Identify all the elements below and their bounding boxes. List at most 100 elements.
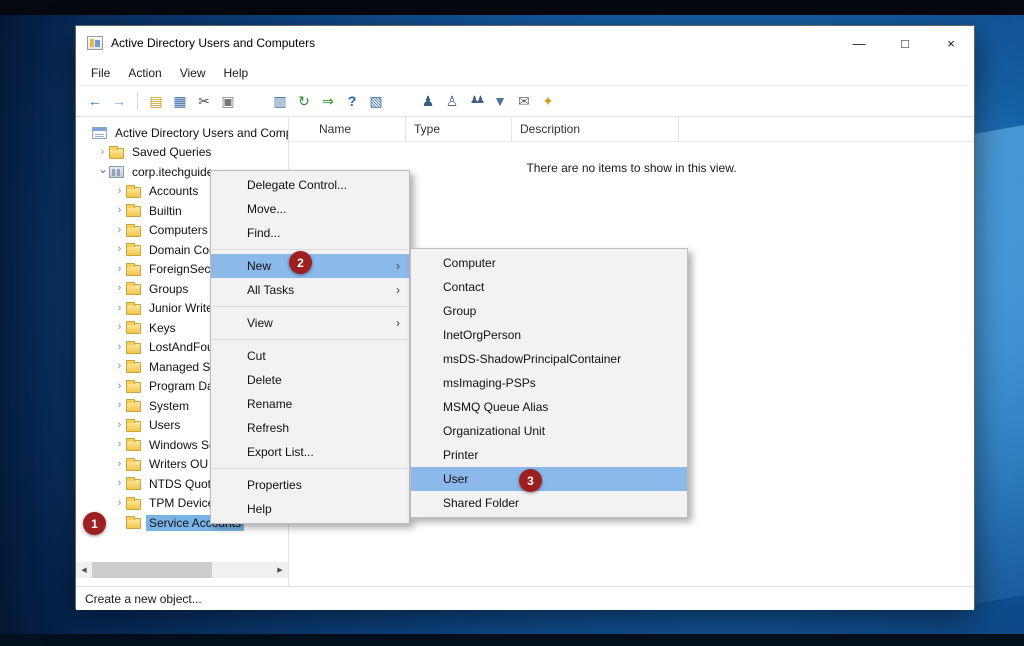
tree-item-saved-queries[interactable]: ›Saved Queries [76,143,288,163]
new-contact-icon[interactable]: ♙ [441,90,463,112]
menu-item-msds-shadowprincipalcontainer[interactable]: msDS-ShadowPrincipalContainer [411,347,687,371]
scroll-right-button[interactable]: ▶ [272,562,288,578]
menu-item-label: Delete [247,373,282,387]
title-bar[interactable]: Active Directory Users and Computers — □… [76,26,974,60]
folder-icon [126,382,141,393]
cut-icon[interactable]: ✂ [193,90,215,112]
menu-item-cut[interactable]: Cut [211,344,409,368]
folder-icon [126,421,141,432]
annotation-step-1: 1 [83,512,106,535]
menu-item-properties[interactable]: Properties [211,473,409,497]
help-icon[interactable]: ? [341,90,363,112]
folder-icon [126,499,141,510]
display-options-icon[interactable]: ✉ [513,90,535,112]
expand-arrow-icon[interactable]: › [114,322,125,333]
expand-arrow-icon[interactable]: › [114,459,125,470]
paste-icon[interactable]: ▣ [217,90,239,112]
expand-arrow-icon[interactable]: › [114,205,125,216]
show-console-tree-icon[interactable]: ▦ [169,90,191,112]
properties-icon[interactable]: ▥ [269,90,291,112]
expand-arrow-icon[interactable]: › [114,264,125,275]
view-menu-icon[interactable]: ▧ [365,90,387,112]
tree-item-label: Domain Con [146,242,219,258]
expand-arrow-icon[interactable]: › [114,244,125,255]
new-user-icon[interactable]: ♟ [417,90,439,112]
menu-item-organizational-unit[interactable]: Organizational Unit [411,419,687,443]
close-button[interactable]: × [928,26,974,60]
menu-item-export-list[interactable]: Export List... [211,440,409,464]
expand-arrow-icon[interactable]: › [114,498,125,509]
menu-item-refresh[interactable]: Refresh [211,416,409,440]
menu-item-contact[interactable]: Contact [411,275,687,299]
expand-arrow-icon[interactable]: › [114,283,125,294]
folder-icon [126,343,141,354]
tree-item-label: System [146,398,192,414]
column-headers: NameTypeDescription [289,117,974,142]
menu-item-computer[interactable]: Computer [411,251,687,275]
column-header-description[interactable]: Description [512,117,679,141]
scroll-thumb[interactable] [92,562,212,578]
expand-arrow-icon[interactable]: › [114,439,125,450]
menu-file[interactable]: File [82,62,119,84]
submenu-arrow-icon: › [396,259,400,273]
menu-item-view[interactable]: View› [211,311,409,335]
menu-item-help[interactable]: Help [211,497,409,521]
menu-view[interactable]: View [171,62,215,84]
menu-item-label: Help [247,502,272,516]
status-text: Create a new object... [85,592,202,606]
up-one-level-icon[interactable]: ▤ [145,90,167,112]
menu-item-move[interactable]: Move... [211,197,409,221]
menu-item-delegate-control[interactable]: Delegate Control... [211,173,409,197]
expand-arrow-icon[interactable]: › [114,420,125,431]
folder-icon [126,265,141,276]
new-submenu: ComputerContactGroupInetOrgPersonmsDS-Sh… [410,248,688,518]
expand-arrow-icon[interactable]: › [114,361,125,372]
maximize-button[interactable]: □ [882,26,928,60]
tree-horizontal-scrollbar[interactable]: ◀ ▶ [76,562,288,578]
folder-icon [126,226,141,237]
menu-item-all-tasks[interactable]: All Tasks› [211,278,409,302]
expand-arrow-icon[interactable]: › [114,400,125,411]
column-header-type[interactable]: Type [406,117,512,141]
folder-icon [126,323,141,334]
menu-item-delete[interactable]: Delete [211,368,409,392]
expand-arrow-icon[interactable]: › [114,342,125,353]
menu-item-printer[interactable]: Printer [411,443,687,467]
collapse-arrow-icon[interactable]: › [97,166,108,177]
scroll-left-button[interactable]: ◀ [76,562,92,578]
expand-arrow-icon[interactable]: › [114,478,125,489]
column-header-name[interactable]: Name [289,117,406,141]
menu-item-msimaging-psps[interactable]: msImaging-PSPs [411,371,687,395]
expand-arrow-icon[interactable]: › [114,186,125,197]
delegate-icon[interactable]: ✦ [537,90,559,112]
menu-item-label: Export List... [247,445,314,459]
menu-item-group[interactable]: Group [411,299,687,323]
minimize-button[interactable]: — [836,26,882,60]
expand-arrow-icon[interactable]: › [114,303,125,314]
forward-icon[interactable]: → [108,90,130,112]
expand-arrow-icon[interactable]: › [114,225,125,236]
refresh-icon[interactable]: ↻ [293,90,315,112]
menu-help[interactable]: Help [215,62,258,84]
menu-item-user[interactable]: User [411,467,687,491]
menu-item-find[interactable]: Find... [211,221,409,245]
menu-separator [212,306,408,307]
back-icon[interactable]: ← [84,90,106,112]
tree-item-active-directory-users-and-comp[interactable]: Active Directory Users and Comp [76,123,288,143]
menu-item-shared-folder[interactable]: Shared Folder [411,491,687,515]
annotation-step-2: 2 [289,251,312,274]
menu-action[interactable]: Action [119,62,170,84]
expand-arrow-icon[interactable]: › [114,381,125,392]
new-group-icon[interactable]: ♟♟ [465,90,487,112]
menu-item-label: All Tasks [247,283,294,297]
expand-arrow-icon[interactable]: › [97,147,108,158]
screen-top-strip [0,0,1024,15]
folder-icon [126,440,141,451]
menu-item-rename[interactable]: Rename [211,392,409,416]
set-filter-icon[interactable]: ▼ [489,90,511,112]
folder-icon [126,304,141,315]
menu-item-msmq-queue-alias[interactable]: MSMQ Queue Alias [411,395,687,419]
menu-item-label: Find... [247,226,280,240]
menu-item-inetorgperson[interactable]: InetOrgPerson [411,323,687,347]
export-list-icon[interactable]: ⇒ [317,90,339,112]
